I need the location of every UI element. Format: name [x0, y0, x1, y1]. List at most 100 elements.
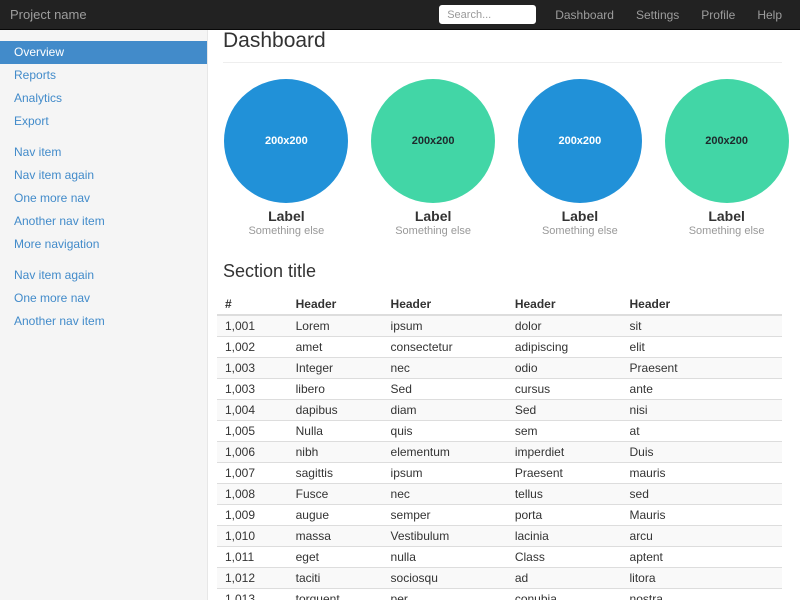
sidebar-list-item: Reports — [0, 64, 207, 87]
table-row: 1,012tacitisociosquadlitora — [217, 568, 782, 589]
table-cell: tellus — [507, 484, 622, 505]
table-cell: sit — [622, 315, 782, 337]
table-cell: elementum — [383, 442, 507, 463]
table-cell: porta — [507, 505, 622, 526]
sidebar-list-item: More navigation — [0, 233, 207, 256]
table-cell: nisi — [622, 400, 782, 421]
table-cell: Fusce — [288, 484, 383, 505]
sidebar-item-more-navigation[interactable]: More navigation — [0, 233, 207, 256]
table-cell: Praesent — [507, 463, 622, 484]
table-cell: 1,003 — [217, 358, 288, 379]
table-cell: imperdiet — [507, 442, 622, 463]
table-row: 1,006nibhelementumimperdietDuis — [217, 442, 782, 463]
table-cell: Lorem — [288, 315, 383, 337]
table-header-cell: Header — [622, 294, 782, 315]
table-cell: Nulla — [288, 421, 383, 442]
table-cell: Sed — [507, 400, 622, 421]
table-cell: 1,003 — [217, 379, 288, 400]
placeholder-circle-image: 200x200 — [371, 79, 495, 203]
sidebar-item-analytics[interactable]: Analytics — [0, 87, 207, 110]
sidebar-list-item: Analytics — [0, 87, 207, 110]
navbar-links: DashboardSettingsProfileHelp — [544, 0, 793, 30]
table-cell: ipsum — [383, 315, 507, 337]
table-cell: libero — [288, 379, 383, 400]
table-header-row: #HeaderHeaderHeaderHeader — [217, 294, 782, 315]
sidebar-list-item: Nav item — [0, 141, 207, 164]
table-cell: taciti — [288, 568, 383, 589]
sidebar-item-reports[interactable]: Reports — [0, 64, 207, 87]
table-cell: Sed — [383, 379, 507, 400]
placeholder-label: Label — [653, 208, 800, 225]
table-cell: ipsum — [383, 463, 507, 484]
table-header-cell: Header — [383, 294, 507, 315]
table-row: 1,003liberoSedcursusante — [217, 379, 782, 400]
table-cell: sed — [622, 484, 782, 505]
table-cell: aptent — [622, 547, 782, 568]
table-cell: Duis — [622, 442, 782, 463]
search-input[interactable] — [439, 5, 536, 24]
placeholder-col-2: 200x200LabelSomething else — [360, 79, 507, 238]
table-cell: 1,011 — [217, 547, 288, 568]
table-cell: torquent — [288, 589, 383, 600]
placeholder-sublabel: Something else — [360, 225, 507, 238]
sidebar-item-nav-item[interactable]: Nav item — [0, 141, 207, 164]
table-cell: at — [622, 421, 782, 442]
sidebar-list-item: Nav item again — [0, 164, 207, 187]
table-cell: 1,005 — [217, 421, 288, 442]
navbar-link-profile[interactable]: Profile — [690, 0, 746, 30]
sidebar-item-nav-item-again[interactable]: Nav item again — [0, 264, 207, 287]
placeholder-label: Label — [507, 208, 654, 225]
table-cell: 1,001 — [217, 315, 288, 337]
placeholder-circle-image: 200x200 — [224, 79, 348, 203]
table-cell: eget — [288, 547, 383, 568]
sidebar-list-item: Another nav item — [0, 210, 207, 233]
table-cell: 1,013 — [217, 589, 288, 600]
table-cell: massa — [288, 526, 383, 547]
brand-title[interactable]: Project name — [10, 7, 87, 22]
sidebar-item-one-more-nav[interactable]: One more nav — [0, 287, 207, 310]
table-cell: augue — [288, 505, 383, 526]
table-cell: adipiscing — [507, 337, 622, 358]
data-table: #HeaderHeaderHeaderHeader 1,001Loremipsu… — [217, 294, 782, 600]
sidebar-item-overview[interactable]: Overview — [0, 41, 207, 64]
table-cell: litora — [622, 568, 782, 589]
placeholder-circle-image: 200x200 — [518, 79, 642, 203]
table-cell: 1,012 — [217, 568, 288, 589]
table-cell: sem — [507, 421, 622, 442]
navbar-link-settings[interactable]: Settings — [625, 0, 690, 30]
table-cell: conubia — [507, 589, 622, 600]
page-title: Dashboard — [223, 30, 782, 63]
table-head: #HeaderHeaderHeaderHeader — [217, 294, 782, 315]
navbar-link-dashboard[interactable]: Dashboard — [544, 0, 625, 30]
table-cell: dapibus — [288, 400, 383, 421]
table-cell: Class — [507, 547, 622, 568]
sidebar-list-item: Overview — [0, 41, 207, 64]
table-cell: 1,010 — [217, 526, 288, 547]
navbar-link-help[interactable]: Help — [746, 0, 793, 30]
table-row: 1,004dapibusdiamSednisi — [217, 400, 782, 421]
table-header-cell: Header — [288, 294, 383, 315]
sidebar-item-export[interactable]: Export — [0, 110, 207, 133]
sidebar-item-nav-item-again[interactable]: Nav item again — [0, 164, 207, 187]
table-row: 1,007sagittisipsumPraesentmauris — [217, 463, 782, 484]
table-row: 1,013torquentperconubianostra — [217, 589, 782, 600]
table-header-cell: Header — [507, 294, 622, 315]
table-row: 1,009auguesemperportaMauris — [217, 505, 782, 526]
table-row: 1,010massaVestibulumlaciniaarcu — [217, 526, 782, 547]
sidebar-item-one-more-nav[interactable]: One more nav — [0, 187, 207, 210]
sidebar-list-item: Nav item again — [0, 264, 207, 287]
table-row: 1,008Fuscenectellussed — [217, 484, 782, 505]
main-content: Dashboard 200x200LabelSomething else200x… — [208, 30, 800, 600]
table-cell: lacinia — [507, 526, 622, 547]
table-cell: per — [383, 589, 507, 600]
table-cell: odio — [507, 358, 622, 379]
sidebar-item-another-nav-item[interactable]: Another nav item — [0, 210, 207, 233]
table-row: 1,003IntegernecodioPraesent — [217, 358, 782, 379]
table-cell: mauris — [622, 463, 782, 484]
placeholder-col-4: 200x200LabelSomething else — [653, 79, 800, 238]
table-cell: ad — [507, 568, 622, 589]
section-title: Section title — [223, 261, 782, 281]
table-cell: quis — [383, 421, 507, 442]
table-header-cell: # — [217, 294, 288, 315]
sidebar-item-another-nav-item[interactable]: Another nav item — [0, 310, 207, 333]
